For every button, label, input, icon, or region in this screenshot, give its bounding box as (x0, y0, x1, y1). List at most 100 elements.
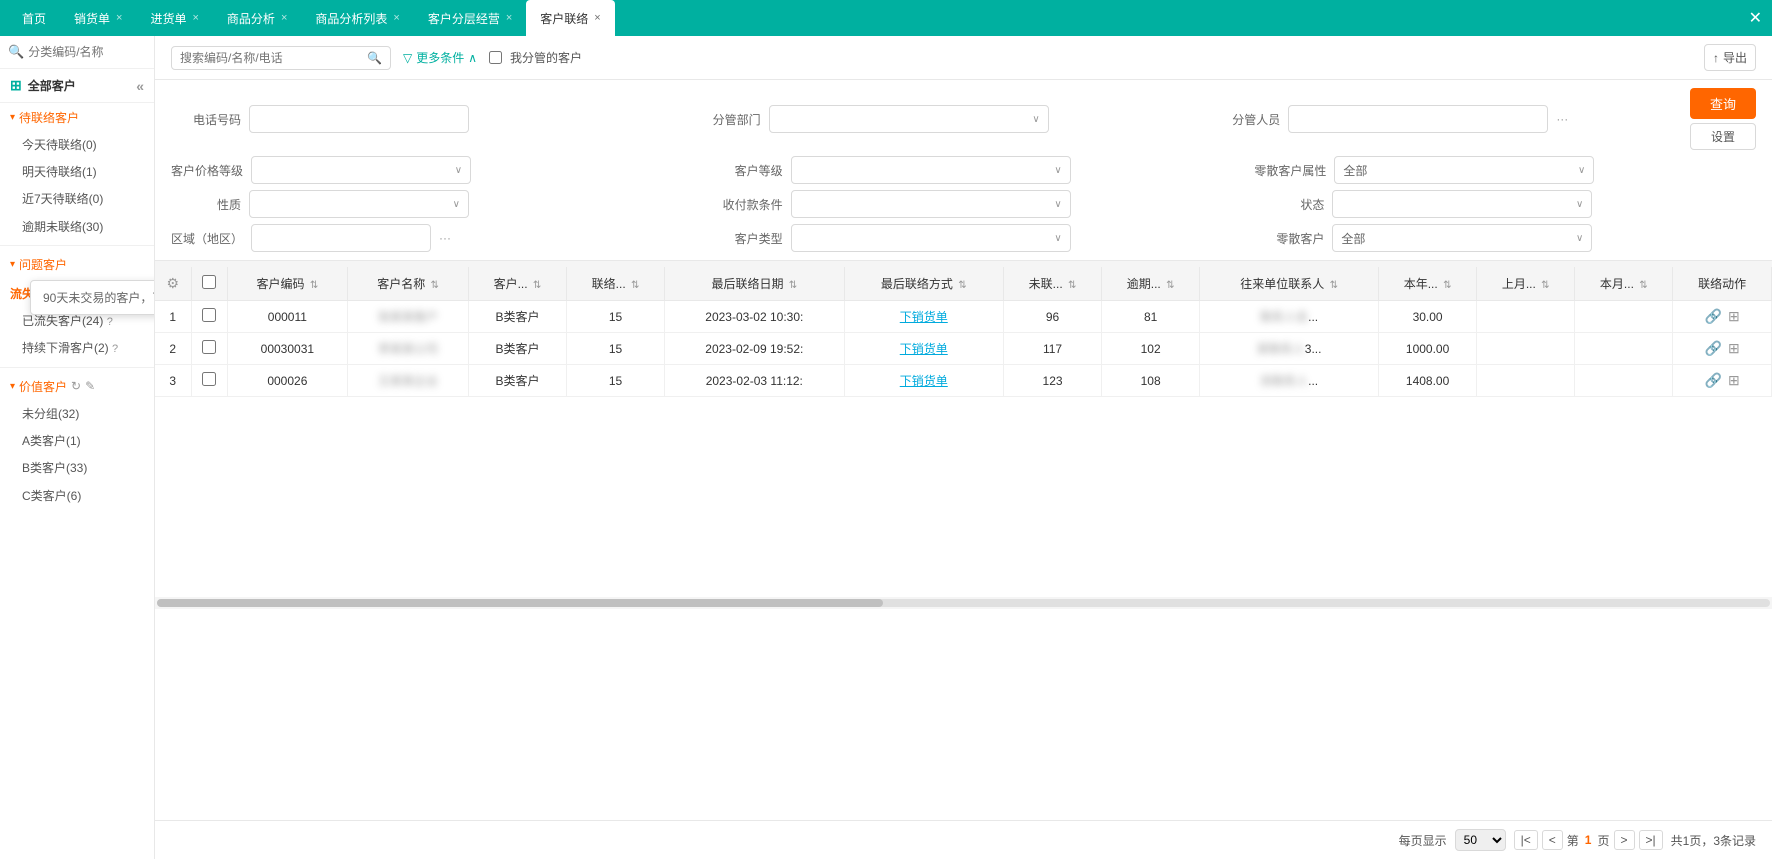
row2-last-method[interactable]: 下销货单 (844, 333, 1003, 365)
row2-select-checkbox[interactable] (202, 340, 216, 354)
global-close-icon[interactable]: ✕ (1749, 8, 1762, 28)
row3-checkbox[interactable] (191, 365, 227, 397)
filter-customer-level-select[interactable]: ∨ (791, 156, 1071, 184)
row1-checkbox[interactable] (191, 301, 227, 333)
col-last-month[interactable]: 上月... ⇅ (1477, 267, 1575, 301)
tab-purchase[interactable]: 进货单 × (136, 0, 212, 36)
filter-nature-select[interactable]: ∨ (249, 190, 469, 218)
tab-customer-contact-close[interactable]: × (594, 12, 600, 24)
row2-grid-icon[interactable]: ⊞ (1728, 340, 1740, 357)
tab-customer-tier-close[interactable]: × (506, 12, 512, 24)
filter-manager-dots[interactable]: ··· (1556, 112, 1568, 126)
row3-grid-icon[interactable]: ⊞ (1728, 372, 1740, 389)
tab-analysis[interactable]: 商品分析 × (213, 0, 301, 36)
col-last-method[interactable]: 最后联络方式 ⇅ (844, 267, 1003, 301)
sidebar-item-declining[interactable]: 持续下滑客户(2) ? (0, 335, 154, 363)
col-type[interactable]: 客户... ⇅ (468, 267, 566, 301)
scrollbar-track[interactable] (157, 599, 1770, 607)
sidebar-section-value-refresh-icon[interactable]: ↻ (71, 379, 81, 393)
settings-button[interactable]: 设置 (1690, 123, 1756, 150)
next-page-button[interactable]: > (1614, 830, 1635, 850)
row1-grid-icon[interactable]: ⊞ (1728, 308, 1740, 325)
col-contact-num[interactable]: 联络... ⇅ (567, 267, 665, 301)
prev-page-button[interactable]: < (1542, 830, 1563, 850)
tab-analysis-list[interactable]: 商品分析列表 × (301, 0, 413, 36)
filter-price-level-select[interactable]: ∨ (251, 156, 471, 184)
filter-label: 更多条件 (416, 49, 464, 66)
export-button[interactable]: ↑ 导出 (1704, 44, 1756, 71)
sidebar-section-value[interactable]: ▾ 价值客户 ↻ ✎ (0, 372, 154, 401)
last-page-button[interactable]: >| (1639, 830, 1663, 850)
tab-customer-tier[interactable]: 客户分层经营 × (414, 0, 526, 36)
row3-last-method[interactable]: 下销货单 (844, 365, 1003, 397)
row1-last-method-link[interactable]: 下销货单 (900, 310, 948, 324)
filter-price-level-chevron-icon: ∨ (455, 165, 462, 176)
row2-contact-icon[interactable]: 🔗 (1705, 340, 1722, 357)
row2-checkbox[interactable] (191, 333, 227, 365)
row2-last-method-link[interactable]: 下销货单 (900, 342, 948, 356)
col-this-year[interactable]: 本年... ⇅ (1379, 267, 1477, 301)
filter-phone-input[interactable] (249, 105, 469, 133)
tab-customer-contact[interactable]: 客户联络 × (526, 0, 614, 36)
table-settings-icon[interactable]: ⚙ (166, 275, 179, 291)
filter-button[interactable]: ▽ 更多条件 ∧ (403, 49, 477, 66)
filter-dept-select[interactable]: ∨ (769, 105, 1049, 133)
row3-last-method-link[interactable]: 下销货单 (900, 374, 948, 388)
sidebar-item-7days[interactable]: 近7天待联络(0) (0, 186, 154, 213)
filter-panel: 电话号码 分管部门 ∨ 分管人员 ··· (155, 80, 1772, 261)
col-name[interactable]: 客户名称 ⇅ (348, 267, 469, 301)
col-contact-person[interactable]: 往来单位联系人 ⇅ (1200, 267, 1379, 301)
tab-sales[interactable]: 销货单 × (60, 0, 136, 36)
col-overdue[interactable]: 逾期... ⇅ (1102, 267, 1200, 301)
my-customer-checkbox[interactable] (489, 51, 502, 64)
row1-contact-num: 15 (567, 301, 665, 333)
sidebar-item-overdue[interactable]: 逾期未联络(30) (0, 214, 154, 241)
sidebar-section-problem[interactable]: ▾ 问题客户 (0, 250, 154, 279)
horizontal-scrollbar[interactable] (155, 597, 1772, 609)
row3-contact-icon[interactable]: 🔗 (1705, 372, 1722, 389)
my-customer-checkbox-wrap[interactable]: 我分管的客户 (489, 49, 582, 66)
sidebar-section-pending[interactable]: ▾ 待联络客户 (0, 103, 154, 132)
row1-contact-icon[interactable]: 🔗 (1705, 308, 1722, 325)
search-input[interactable] (180, 51, 367, 65)
tab-analysis-close[interactable]: × (281, 12, 287, 24)
col-code[interactable]: 客户编码 ⇅ (227, 267, 348, 301)
sidebar-collapse-icon[interactable]: « (136, 78, 144, 94)
sidebar-item-tomorrow[interactable]: 明天待联络(1) (0, 159, 154, 186)
filter-manager-select[interactable] (1288, 105, 1548, 133)
sidebar-item-c-class[interactable]: C类客户(6) (0, 483, 154, 510)
scrollbar-thumb[interactable] (157, 599, 883, 607)
row2-contact-person: 某联系人3... (1200, 333, 1379, 365)
col-last-date[interactable]: 最后联络日期 ⇅ (665, 267, 844, 301)
sidebar-item-a-class[interactable]: A类客户(1) (0, 428, 154, 455)
select-all-checkbox[interactable] (202, 275, 216, 289)
filter-retail-attr-select[interactable]: 全部 ∨ (1334, 156, 1594, 184)
first-page-button[interactable]: |< (1514, 830, 1538, 850)
col-settings[interactable]: ⚙ (155, 267, 191, 301)
col-this-month[interactable]: 本月... ⇅ (1575, 267, 1673, 301)
col-checkbox[interactable] (191, 267, 227, 301)
filter-region-dots[interactable]: ··· (439, 231, 451, 245)
query-button[interactable]: 查询 (1690, 88, 1756, 119)
filter-region-select[interactable] (251, 224, 431, 252)
filter-customer-level-label: 客户等级 (713, 162, 783, 179)
filter-status-select[interactable]: ∨ (1332, 190, 1592, 218)
tab-purchase-close[interactable]: × (192, 12, 198, 24)
filter-customer-type-select[interactable]: ∨ (791, 224, 1071, 252)
tab-sales-close[interactable]: × (116, 12, 122, 24)
sidebar-item-today[interactable]: 今天待联络(0) (0, 132, 154, 159)
row3-last-date: 2023-02-03 11:12: (665, 365, 844, 397)
row3-select-checkbox[interactable] (202, 372, 216, 386)
sidebar-item-b-class[interactable]: B类客户(33) (0, 455, 154, 482)
row1-last-method[interactable]: 下销货单 (844, 301, 1003, 333)
row1-select-checkbox[interactable] (202, 308, 216, 322)
sidebar-item-ungroup[interactable]: 未分组(32) (0, 401, 154, 428)
filter-payment-select[interactable]: ∨ (791, 190, 1071, 218)
tab-home[interactable]: 首页 (8, 0, 60, 36)
sidebar-section-value-edit-icon[interactable]: ✎ (85, 379, 95, 393)
tab-analysis-list-close[interactable]: × (393, 12, 399, 24)
sidebar-search-input[interactable] (28, 45, 146, 59)
per-page-select[interactable]: 50 100 (1455, 829, 1506, 851)
col-unlisted[interactable]: 未联... ⇅ (1004, 267, 1102, 301)
filter-retail-select[interactable]: 全部 ∨ (1332, 224, 1592, 252)
